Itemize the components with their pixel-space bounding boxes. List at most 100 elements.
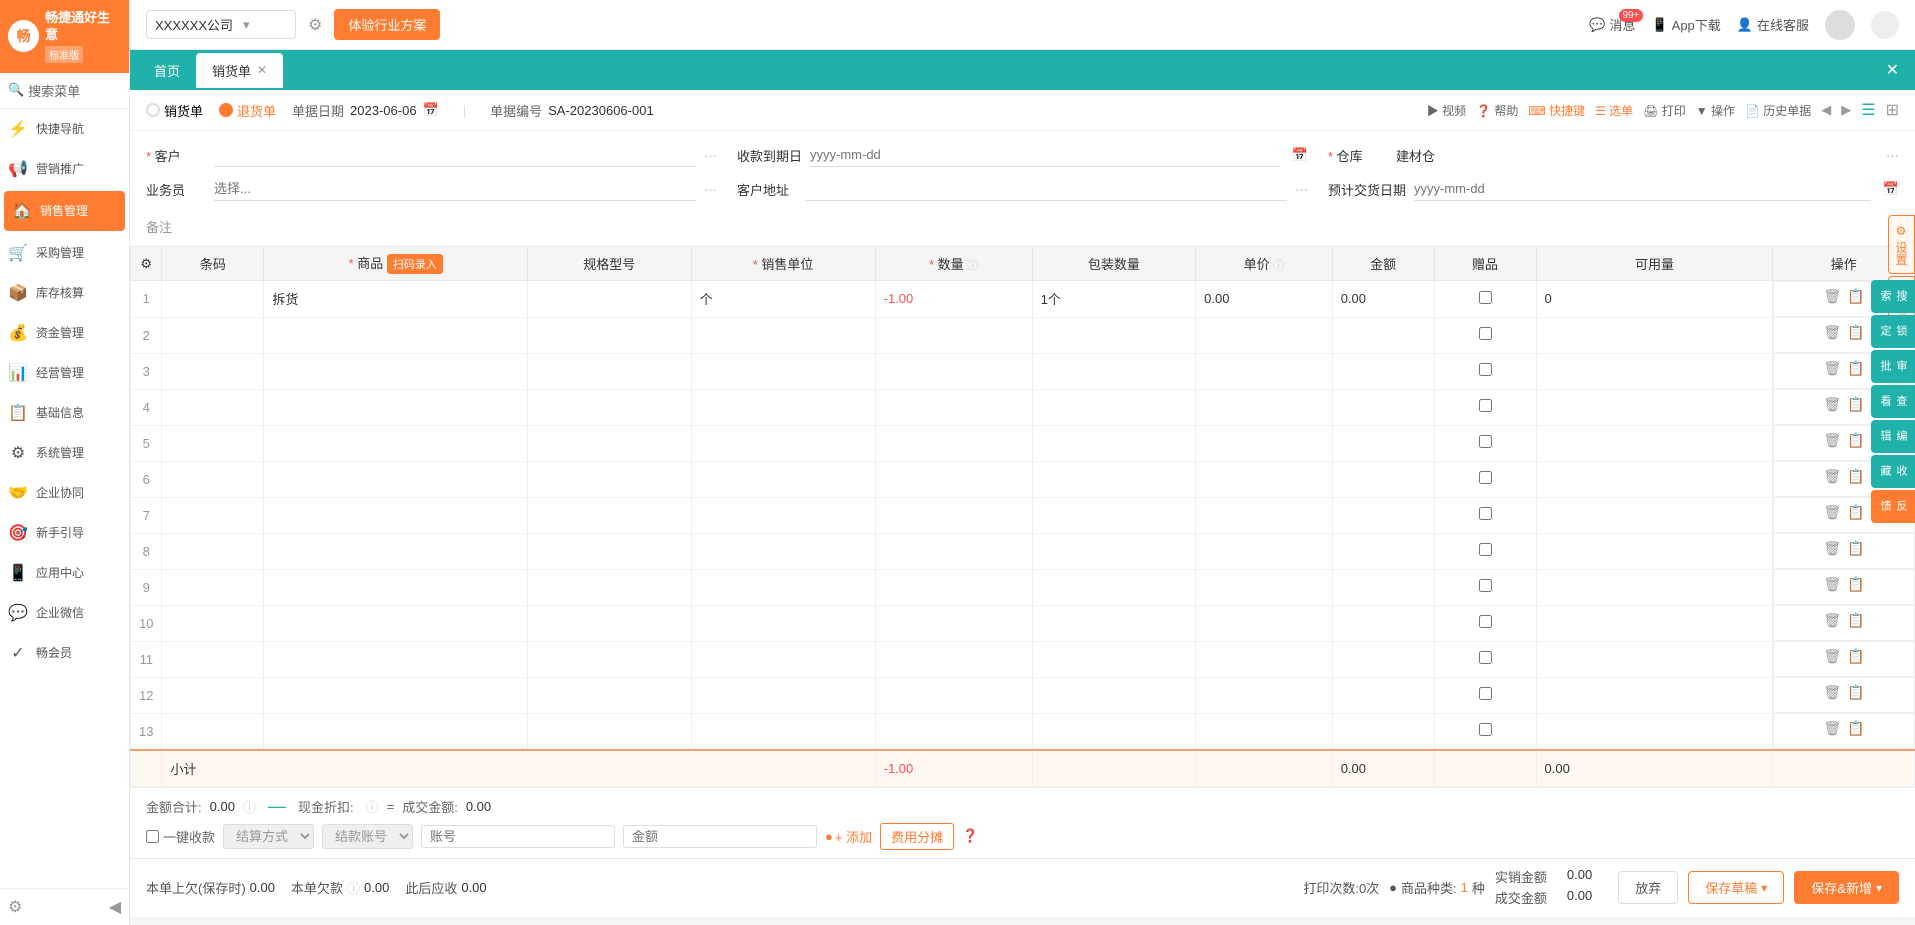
row-quantity[interactable]: -1.00: [875, 281, 1032, 318]
delete-icon[interactable]: 🗑: [1823, 324, 1841, 346]
help-action[interactable]: ❓ 帮助: [1476, 102, 1518, 119]
save-draft-btn[interactable]: 保存草稿 ▾: [1688, 871, 1784, 904]
settings-btn[interactable]: ⚙ 设置: [1888, 215, 1915, 274]
panel-btn-1[interactable]: 搜索: [1871, 280, 1915, 313]
row-gift[interactable]: [1434, 281, 1536, 318]
salesperson-dots[interactable]: ···: [704, 182, 717, 197]
tab-home[interactable]: 首页: [138, 53, 196, 88]
calendar-icon[interactable]: 📅: [423, 102, 439, 118]
copy-icon[interactable]: 📋: [1847, 504, 1864, 526]
nav-next-icon[interactable]: ▶: [1841, 102, 1851, 118]
warehouse-dots[interactable]: ···: [1886, 148, 1899, 163]
user-avatar[interactable]: [1825, 10, 1855, 40]
tab-sales-order[interactable]: 销货单 ✕: [196, 53, 283, 88]
copy-icon[interactable]: 📋: [1847, 576, 1864, 598]
copy-icon[interactable]: 📋: [1847, 468, 1864, 490]
sidebar-item-marketing[interactable]: 📢 营销推广: [0, 149, 129, 189]
expense-btn[interactable]: 费用分摊: [880, 823, 954, 850]
panel-btn-6[interactable]: 收藏: [1871, 455, 1915, 488]
sidebar-item-corp-wechat[interactable]: 💬 企业微信: [0, 593, 129, 633]
expected-date-input[interactable]: [1414, 177, 1871, 201]
sidebar-item-finance[interactable]: 💰 资金管理: [0, 313, 129, 353]
delete-icon[interactable]: 🗑: [1823, 432, 1841, 454]
copy-icon[interactable]: 📋: [1847, 432, 1864, 454]
delete-icon[interactable]: 🗑: [1823, 288, 1841, 310]
add-payment-btn[interactable]: ● + 添加: [825, 827, 872, 846]
trial-btn[interactable]: 体验行业方案: [334, 9, 440, 40]
operation-action[interactable]: ▼ 操作: [1696, 102, 1735, 119]
goods-type-prefix[interactable]: ●: [1389, 880, 1397, 895]
one-click-checkbox[interactable]: [146, 830, 159, 843]
delete-icon[interactable]: 🗑: [1823, 504, 1841, 526]
radio-return[interactable]: 退货单: [219, 101, 276, 120]
copy-icon[interactable]: 📋: [1847, 324, 1864, 346]
topbar-settings-icon[interactable]: ⚙: [308, 15, 322, 35]
save-new-btn[interactable]: 保存&新增 ▾: [1794, 871, 1899, 904]
copy-icon[interactable]: 📋: [1847, 684, 1864, 706]
salesperson-input[interactable]: [214, 177, 696, 201]
copy-icon[interactable]: 📋: [1847, 648, 1864, 670]
copy-icon[interactable]: 📋: [1847, 396, 1864, 418]
sidebar-item-purchase[interactable]: 🛒 采购管理: [0, 233, 129, 273]
view-list-icon[interactable]: ☰: [1861, 100, 1875, 120]
panel-btn-5[interactable]: 编辑: [1871, 420, 1915, 453]
scan-btn[interactable]: 扫码录入: [387, 254, 443, 274]
print-count[interactable]: 打印次数:0次: [1303, 878, 1379, 897]
sidebar-item-basic-info[interactable]: 📋 基础信息: [0, 393, 129, 433]
copy-icon[interactable]: 📋: [1847, 288, 1864, 310]
delete-icon[interactable]: 🗑: [1823, 540, 1841, 562]
sidebar-search[interactable]: 🔍 搜索菜单: [0, 73, 129, 109]
customer-address-input[interactable]: [805, 177, 1287, 201]
sidebar-item-operations[interactable]: 📊 经营管理: [0, 353, 129, 393]
copy-icon[interactable]: 📋: [1847, 612, 1864, 634]
abandon-btn[interactable]: 放弃: [1618, 871, 1678, 904]
sidebar-item-guide[interactable]: 🎯 新手引导: [0, 513, 129, 553]
print-action[interactable]: 🖨 打印: [1643, 102, 1686, 119]
tab-close-icon[interactable]: ✕: [257, 63, 267, 77]
sidebar-item-quick-nav[interactable]: ⚡ 快捷导航: [0, 109, 129, 149]
balance-current-icon[interactable]: ⓘ: [347, 878, 360, 897]
shortcut-action[interactable]: ⌨ 快捷键: [1528, 102, 1585, 119]
address-dots[interactable]: ···: [1295, 182, 1308, 197]
view-grid-icon[interactable]: ⊞: [1886, 100, 1899, 120]
help-circle-icon[interactable]: ⓘ: [243, 797, 256, 816]
panel-btn-4[interactable]: 查看: [1871, 385, 1915, 418]
delete-icon[interactable]: 🗑: [1823, 720, 1841, 742]
account-select[interactable]: 结款账号: [322, 824, 413, 849]
delete-icon[interactable]: 🗑: [1823, 576, 1841, 598]
copy-icon[interactable]: 📋: [1847, 720, 1864, 742]
delete-icon[interactable]: 🗑: [1823, 468, 1841, 490]
delete-icon[interactable]: 🗑: [1823, 612, 1841, 634]
expected-date-calendar-icon[interactable]: 📅: [1883, 181, 1899, 197]
panel-btn-2[interactable]: 锁定: [1871, 315, 1915, 348]
delete-icon[interactable]: 🗑: [1823, 360, 1841, 382]
sidebar-item-sales[interactable]: 🏠 销售管理: [4, 191, 125, 231]
one-click-payment[interactable]: 一键收款: [146, 827, 215, 846]
sidebar-item-member[interactable]: ✓ 畅会员: [0, 633, 129, 673]
expense-help-icon[interactable]: ❓: [962, 828, 978, 844]
tabbar-close-icon[interactable]: ✕: [1878, 56, 1907, 84]
due-date-calendar-icon[interactable]: 📅: [1292, 147, 1308, 163]
due-date-input[interactable]: [810, 143, 1280, 167]
customer-input[interactable]: [214, 143, 696, 167]
radio-sales[interactable]: 销货单: [146, 101, 203, 120]
th-settings[interactable]: ⚙: [131, 247, 162, 281]
delete-icon[interactable]: 🗑: [1823, 648, 1841, 670]
company-selector[interactable]: XXXXXX公司 ▾: [146, 10, 296, 39]
sidebar-item-system[interactable]: ⚙ 系统管理: [0, 433, 129, 473]
history-action[interactable]: 📄 历史单据: [1745, 102, 1811, 119]
sidebar-item-inventory[interactable]: 📦 库存核算: [0, 273, 129, 313]
account-input[interactable]: [421, 825, 615, 848]
panel-btn-3[interactable]: 审批: [1871, 350, 1915, 383]
row-product[interactable]: 拆货: [264, 281, 528, 318]
sidebar-settings-icon[interactable]: ⚙: [8, 897, 22, 917]
sidebar-item-app-center[interactable]: 📱 应用中心: [0, 553, 129, 593]
panel-btn-7[interactable]: 反馈: [1871, 490, 1915, 523]
select-action[interactable]: ☰ 选单: [1595, 102, 1633, 119]
copy-icon[interactable]: 📋: [1847, 540, 1864, 562]
online-service-btn[interactable]: 👤 在线客服: [1737, 15, 1809, 34]
sidebar-item-enterprise[interactable]: 🤝 企业协同: [0, 473, 129, 513]
settlement-select[interactable]: 结算方式: [223, 824, 314, 849]
delete-icon[interactable]: 🗑: [1823, 684, 1841, 706]
sidebar-collapse-icon[interactable]: ◀: [109, 897, 121, 917]
